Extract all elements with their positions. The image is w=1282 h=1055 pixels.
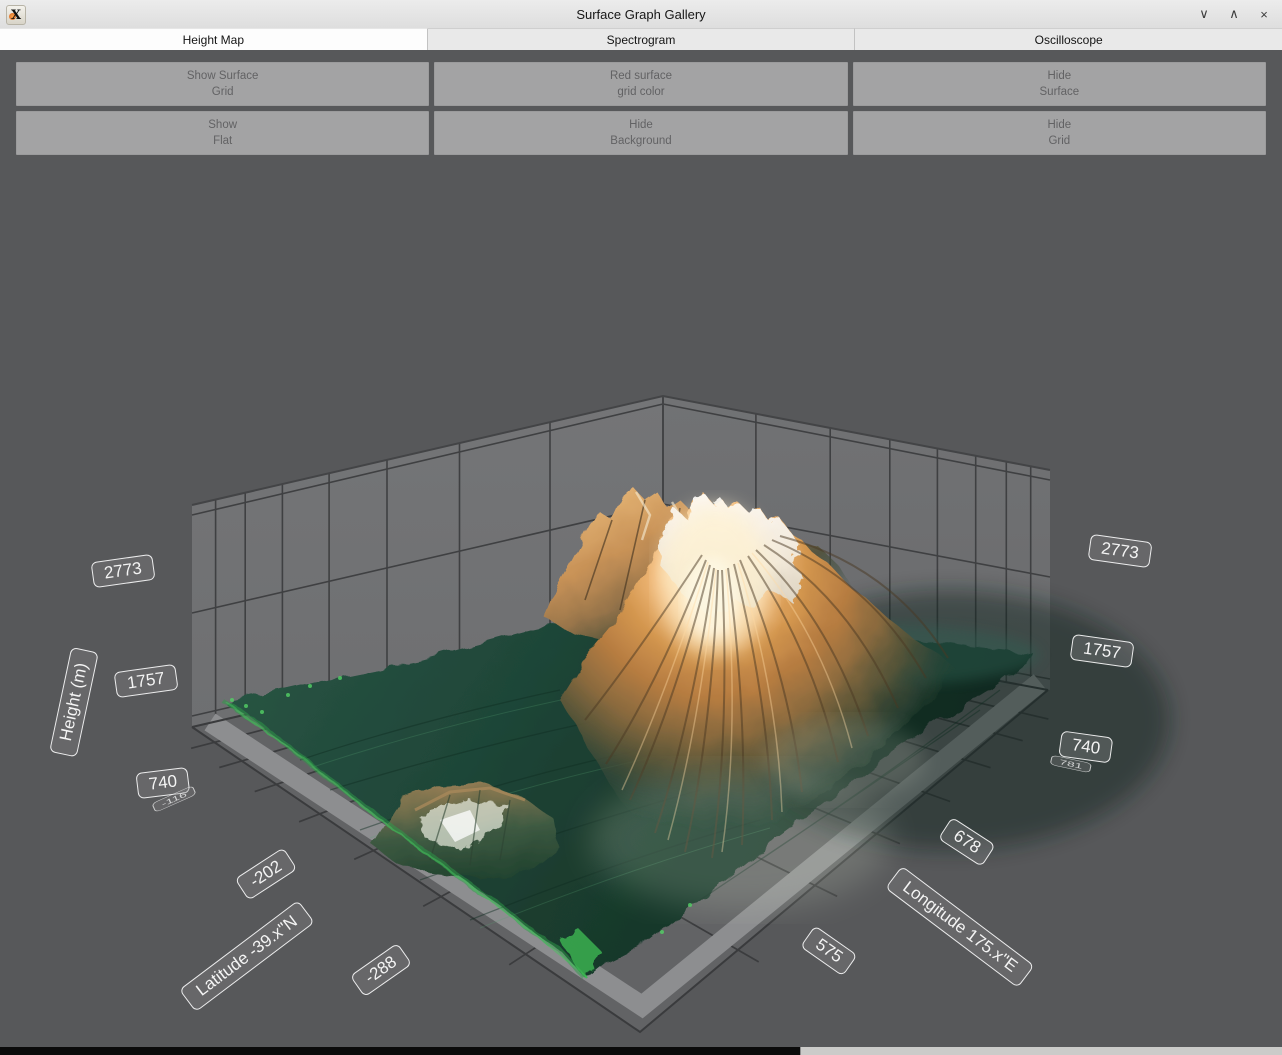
minimize-button[interactable]: ∨ (1194, 4, 1214, 24)
tab-bar: Height Map Spectrogram Oscilloscope (0, 28, 1282, 50)
toolbar: Show Surface Grid Red surface grid color… (16, 62, 1266, 155)
app-window: X Surface Graph Gallery ∨ ∧ × Height Map… (0, 0, 1282, 1055)
title-bar: X Surface Graph Gallery ∨ ∧ × (0, 0, 1282, 29)
hide-surface-button[interactable]: Hide Surface (853, 62, 1266, 106)
hide-grid-button[interactable]: Hide Grid (853, 111, 1266, 155)
show-surface-grid-button[interactable]: Show Surface Grid (16, 62, 429, 106)
tab-oscilloscope[interactable]: Oscilloscope (855, 28, 1282, 50)
close-button[interactable]: × (1254, 4, 1274, 24)
taskbar-strip (0, 1047, 1282, 1055)
surface-plot-3d[interactable]: 2773 1757 740 Height (m) 2773 1757 740 -… (0, 50, 1282, 1047)
tab-spectrogram[interactable]: Spectrogram (428, 28, 856, 50)
tab-height-map[interactable]: Height Map (0, 28, 428, 50)
show-flat-button[interactable]: Show Flat (16, 111, 429, 155)
hide-background-button[interactable]: Hide Background (434, 111, 847, 155)
window-title: Surface Graph Gallery (0, 7, 1282, 22)
maximize-button[interactable]: ∧ (1224, 4, 1244, 24)
content-area: 2773 1757 740 Height (m) 2773 1757 740 -… (0, 50, 1282, 1047)
surface-grid-color-button[interactable]: Red surface grid color (434, 62, 847, 106)
